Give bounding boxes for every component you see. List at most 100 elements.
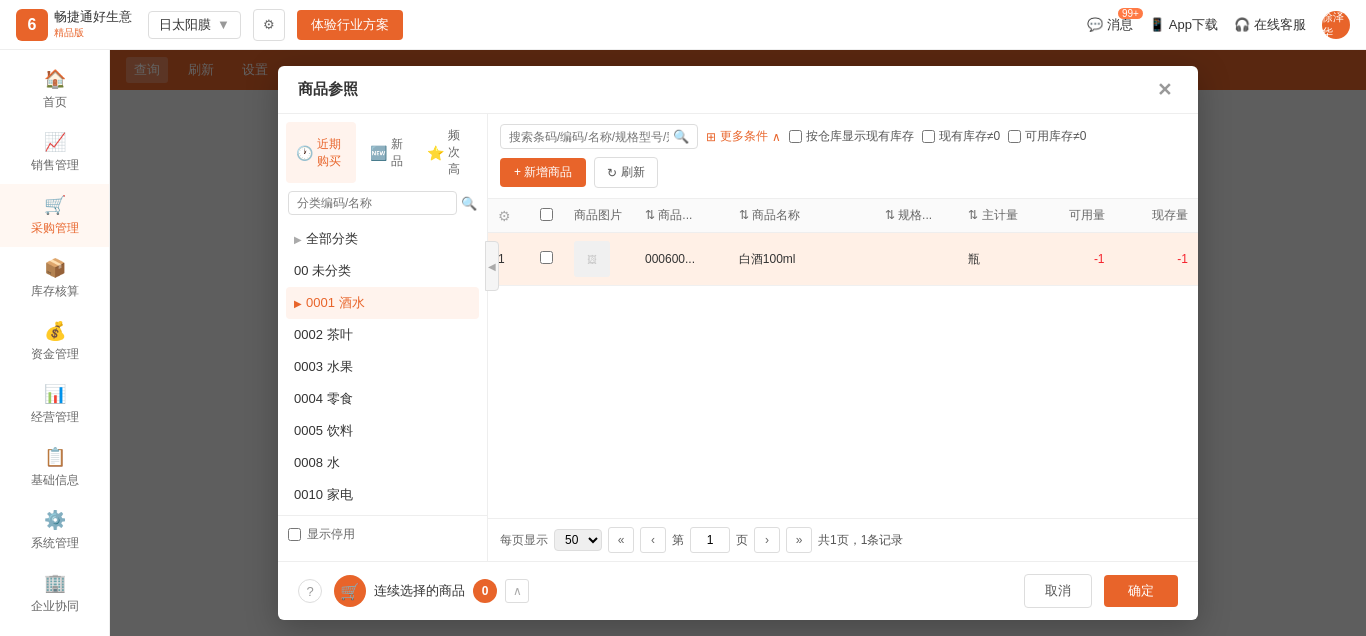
online-service-item[interactable]: 🎧 在线客服 bbox=[1234, 16, 1306, 34]
page-last-button[interactable]: » bbox=[786, 527, 812, 553]
warehouse-stock-checkbox[interactable] bbox=[789, 130, 802, 143]
trial-button[interactable]: 体验行业方案 bbox=[297, 10, 403, 40]
cat-tab-new[interactable]: 🆕 新品 bbox=[360, 122, 413, 183]
row-unit: 瓶 bbox=[958, 233, 1031, 286]
cat-item-fruit[interactable]: 0003 水果 bbox=[286, 351, 479, 383]
col-header-stock: 现存量 bbox=[1115, 199, 1198, 233]
table-settings-icon[interactable]: ⚙ bbox=[498, 208, 511, 224]
modal-close-button[interactable]: ✕ bbox=[1150, 76, 1178, 104]
top-nav-right: 💬 消息 99+ 📱 App下载 🎧 在线客服 徐泽华 bbox=[1087, 11, 1350, 39]
user-item[interactable]: 徐泽华 bbox=[1322, 11, 1350, 39]
refresh-button[interactable]: ↻ 刷新 bbox=[594, 157, 658, 188]
sidebar-item-label: 资金管理 bbox=[31, 346, 79, 363]
nonzero-stock-checkbox[interactable] bbox=[922, 130, 935, 143]
sidebar-item-inventory[interactable]: 📦 库存核算 bbox=[0, 247, 109, 310]
page-prev-button[interactable]: ‹ bbox=[640, 527, 666, 553]
col-header-code[interactable]: ⇅ 商品... bbox=[635, 199, 729, 233]
cat-item-tea[interactable]: 0002 茶叶 bbox=[286, 319, 479, 351]
clock-icon: 🕐 bbox=[296, 145, 313, 161]
sidebar-item-label: 企业协同 bbox=[31, 598, 79, 615]
per-page-select[interactable]: 50 bbox=[554, 529, 602, 551]
page-next-button[interactable]: › bbox=[754, 527, 780, 553]
refresh-icon: ↻ bbox=[607, 166, 617, 180]
chevron-right-icon: ▶ bbox=[294, 298, 302, 309]
product-panel: 🔍 ⊞ 更多条件 ∧ 按仓库显示现有库存 bbox=[488, 114, 1198, 561]
modal-footer: ? 🛒 连续选择的商品 0 ∧ 取消 确定 bbox=[278, 561, 1198, 620]
confirm-button[interactable]: 确定 bbox=[1104, 575, 1178, 607]
settings-gear-icon[interactable]: ⚙ bbox=[253, 9, 285, 41]
message-icon-item[interactable]: 💬 消息 99+ bbox=[1087, 16, 1133, 34]
cat-item-uncategorized[interactable]: 00 未分类 bbox=[286, 255, 479, 287]
page-suffix-label: 页 bbox=[736, 532, 748, 549]
cat-item-label: 0002 茶叶 bbox=[294, 326, 353, 344]
cancel-button[interactable]: 取消 bbox=[1024, 574, 1092, 608]
product-search-input[interactable] bbox=[509, 130, 669, 144]
warehouse-stock-checkbox-label[interactable]: 按仓库显示现有库存 bbox=[789, 128, 914, 145]
cat-item-label: 全部分类 bbox=[306, 230, 358, 248]
sort-icon: ⇅ bbox=[645, 208, 655, 222]
page-number-input[interactable] bbox=[690, 527, 730, 553]
row-code: 000600... bbox=[635, 233, 729, 286]
sidebar-item-sales[interactable]: 📈 销售管理 bbox=[0, 121, 109, 184]
modal-overlay: 商品参照 ✕ 🕐 近期购买 🆕 bbox=[110, 50, 1366, 636]
sidebar-item-finance[interactable]: 💰 资金管理 bbox=[0, 310, 109, 373]
cat-item-water[interactable]: 0008 水 bbox=[286, 447, 479, 479]
product-search-box: 🔍 bbox=[500, 124, 698, 149]
new-icon: 🆕 bbox=[370, 145, 387, 161]
more-filter-button[interactable]: ⊞ 更多条件 ∧ bbox=[706, 128, 781, 145]
logo-area: 6 畅捷通好生意 精品版 bbox=[16, 9, 132, 41]
sidebar: 🏠 首页 📈 销售管理 🛒 采购管理 📦 库存核算 💰 资金管理 📊 经营管理 … bbox=[0, 50, 110, 636]
sidebar-item-system[interactable]: ⚙️ 系统管理 bbox=[0, 499, 109, 562]
show-disabled-area: 显示停用 bbox=[278, 515, 487, 553]
cat-item-liquor[interactable]: ▶ 0001 酒水 bbox=[286, 287, 479, 319]
cat-tab-frequent[interactable]: ⭐ 频次高 bbox=[417, 122, 479, 183]
sidebar-item-basic-info[interactable]: 📋 基础信息 bbox=[0, 436, 109, 499]
sidebar-item-operations[interactable]: 📊 经营管理 bbox=[0, 373, 109, 436]
cat-item-label: 00 未分类 bbox=[294, 262, 351, 280]
basic-info-icon: 📋 bbox=[44, 446, 66, 468]
col-header-img: 商品图片 bbox=[564, 199, 635, 233]
category-search-icon[interactable]: 🔍 bbox=[461, 196, 477, 211]
table-row[interactable]: 1 🖼 bbox=[488, 233, 1198, 286]
col-header-spec[interactable]: ⇅ 规格... bbox=[875, 199, 958, 233]
row-spec bbox=[875, 233, 958, 286]
show-disabled-checkbox[interactable] bbox=[288, 528, 301, 541]
cat-item-beverage[interactable]: 0005 饮料 bbox=[286, 415, 479, 447]
filter-icon: ⊞ bbox=[706, 130, 716, 144]
sidebar-item-enterprise[interactable]: 🏢 企业协同 bbox=[0, 562, 109, 625]
col-header-name[interactable]: ⇅ 商品名称 bbox=[729, 199, 875, 233]
finance-icon: 💰 bbox=[44, 320, 66, 342]
select-all-checkbox[interactable] bbox=[540, 208, 553, 221]
nonzero-available-checkbox-label[interactable]: 可用库存≠0 bbox=[1008, 128, 1086, 145]
collapse-cart-button[interactable]: ∧ bbox=[505, 579, 529, 603]
row-checkbox[interactable] bbox=[540, 251, 553, 264]
col-header-unit[interactable]: ⇅ 主计量 bbox=[958, 199, 1031, 233]
inventory-icon: 📦 bbox=[44, 257, 66, 279]
page-first-button[interactable]: « bbox=[608, 527, 634, 553]
add-product-button[interactable]: + 新增商品 bbox=[500, 158, 586, 187]
company-selector[interactable]: 日太阳膜 ▼ bbox=[148, 11, 241, 39]
category-search-input[interactable] bbox=[288, 191, 457, 215]
collapse-panel-button[interactable]: ◀ bbox=[485, 241, 499, 291]
cat-item-appliance[interactable]: 0010 家电 bbox=[286, 479, 479, 511]
cat-item-snack[interactable]: 0004 零食 bbox=[286, 383, 479, 415]
sidebar-item-home[interactable]: 🏠 首页 bbox=[0, 58, 109, 121]
headset-icon: 🎧 bbox=[1234, 17, 1250, 32]
app-download-item[interactable]: 📱 App下载 bbox=[1149, 16, 1218, 34]
sidebar-item-purchase[interactable]: 🛒 采购管理 bbox=[0, 184, 109, 247]
nonzero-stock-checkbox-label[interactable]: 现有库存≠0 bbox=[922, 128, 1000, 145]
category-tabs: 🕐 近期购买 🆕 新品 ⭐ 频次高 bbox=[278, 122, 487, 183]
product-data-table: ⚙ 商品图片 bbox=[488, 199, 1198, 286]
cat-item-all[interactable]: ▶ 全部分类 bbox=[286, 223, 479, 255]
help-icon-button[interactable]: ? bbox=[298, 579, 322, 603]
sidebar-item-label: 基础信息 bbox=[31, 472, 79, 489]
top-nav: 6 畅捷通好生意 精品版 日太阳膜 ▼ ⚙ 体验行业方案 💬 消息 99+ 📱 … bbox=[0, 0, 1366, 50]
cat-item-label: 0003 水果 bbox=[294, 358, 353, 376]
nonzero-available-checkbox[interactable] bbox=[1008, 130, 1021, 143]
cat-tab-recent[interactable]: 🕐 近期购买 bbox=[286, 122, 356, 183]
sidebar-item-guide[interactable]: 🎓 新手引导 bbox=[0, 625, 109, 636]
message-icon: 💬 bbox=[1087, 17, 1103, 32]
product-search-icon[interactable]: 🔍 bbox=[673, 129, 689, 144]
cart-icon-button[interactable]: 🛒 bbox=[334, 575, 366, 607]
cat-item-label: 0001 酒水 bbox=[306, 294, 365, 312]
